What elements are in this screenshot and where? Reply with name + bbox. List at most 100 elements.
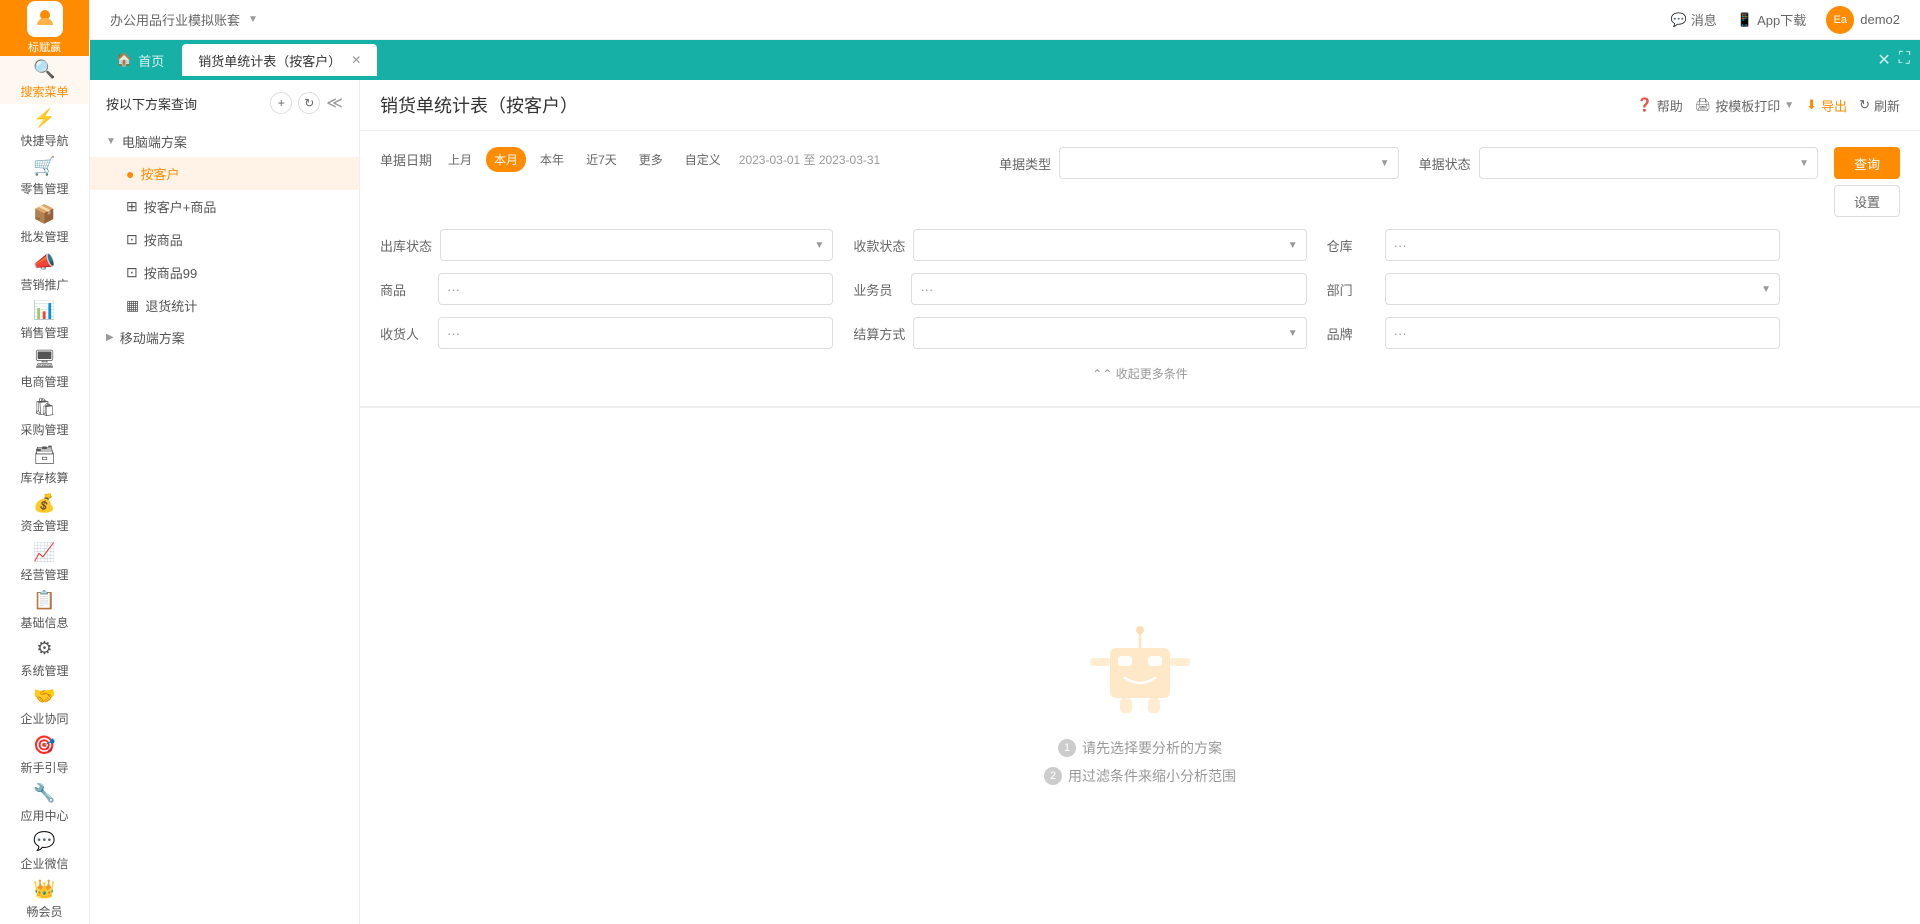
tab-close-icon[interactable]: ✕ <box>351 53 361 67</box>
sidebar-item-wechat[interactable]: 💬 企业微信 <box>0 827 90 875</box>
sidebar-item-retail[interactable]: 🛒 零售管理 <box>0 152 90 200</box>
finance-icon: 💰 <box>33 493 55 514</box>
export-button[interactable]: ⬇ 导出 <box>1806 96 1847 115</box>
sidebar-item-label: 搜索菜单 <box>20 83 68 100</box>
operations-icon: 📈 <box>33 542 55 563</box>
print-dropdown-icon[interactable]: ▼ <box>1784 100 1794 111</box>
tree-expand-icon: ▼ <box>106 136 116 147</box>
app-logo: 标赋赢 <box>0 0 90 56</box>
date-this-year[interactable]: 本年 <box>532 147 572 172</box>
close-window-icon[interactable]: ✕ <box>1877 50 1890 70</box>
empty-hint-2: 2 用过滤条件来缩小分析范围 <box>1044 766 1236 786</box>
brand-dots: ··· <box>1394 326 1407 341</box>
collect-status-label: 收款状态 <box>853 236 905 255</box>
app-download-button[interactable]: 📱 App下载 <box>1737 10 1806 29</box>
sidebar-item-inventory[interactable]: 🗃 库存核算 <box>0 442 90 490</box>
dept-select[interactable]: ▼ <box>1385 273 1780 305</box>
maximize-window-icon[interactable]: ⛶ <box>1899 50 1910 70</box>
date-this-month[interactable]: 本月 <box>486 147 526 172</box>
receiver-dots: ··· <box>447 326 460 341</box>
main-area: 办公用品行业模拟账套 ▼ 💬 消息 📱 App下载 Ea demo2 🏠 首页 <box>90 0 1920 924</box>
tree-desktop-parent[interactable]: ▼ 电脑端方案 <box>90 126 359 157</box>
sidebar-item-newbie[interactable]: 🎯 新手引导 <box>0 731 90 779</box>
sidebar-item-wholesale[interactable]: 📦 批发管理 <box>0 200 90 248</box>
tree-mobile-parent[interactable]: ▶ 移动端方案 <box>90 322 359 353</box>
date-more[interactable]: 更多 <box>631 147 671 172</box>
query-button[interactable]: 查询 <box>1834 147 1900 179</box>
purchase-icon: 🛍 <box>33 397 56 418</box>
add-scheme-button[interactable]: + <box>270 92 292 114</box>
collapse-more-button[interactable]: ⌃⌃ 收起更多条件 <box>380 357 1900 390</box>
brand-select[interactable]: ··· <box>1385 317 1780 349</box>
download-icon: 📱 <box>1737 12 1753 28</box>
dept-chevron-icon: ▼ <box>1761 284 1771 295</box>
content-area: 按以下方案查询 + ↻ ≪ ▼ 电脑端方案 ● 按客户 ⊞ <box>90 80 1920 924</box>
refresh-icon: ↻ <box>1859 97 1870 113</box>
out-status-select[interactable]: ▼ <box>440 229 833 261</box>
sidebar-item-sales[interactable]: 📊 销售管理 <box>0 297 90 345</box>
collapse-panel-button[interactable]: ≪ <box>326 93 343 113</box>
sidebar-item-search[interactable]: 🔍 搜索菜单 <box>0 56 90 104</box>
sidebar-item-system[interactable]: ⚙ 系统管理 <box>0 634 90 682</box>
date-custom[interactable]: 自定义 <box>677 147 729 172</box>
right-main: 销货单统计表（按客户） ❓ 帮助 🖨 按模板打印 ▼ ⬇ 导出 <box>360 80 1920 924</box>
message-button[interactable]: 💬 消息 <box>1671 10 1717 29</box>
user-name: demo2 <box>1860 12 1900 27</box>
sidebar-item-app-center[interactable]: 🔧 应用中心 <box>0 779 90 827</box>
staff-select[interactable]: ··· <box>911 273 1306 305</box>
sidebar-item-enterprise[interactable]: 🤝 企业协同 <box>0 683 90 731</box>
sidebar-item-operations[interactable]: 📈 经营管理 <box>0 538 90 586</box>
empty-hint-1: 1 请先选择要分析的方案 <box>1058 738 1222 758</box>
sidebar-item-label: 资金管理 <box>20 517 68 534</box>
date-last-month[interactable]: 上月 <box>440 147 480 172</box>
sidebar-item-finance[interactable]: 💰 资金管理 <box>0 490 90 538</box>
refresh-button[interactable]: ↻ 刷新 <box>1859 96 1900 115</box>
user-profile[interactable]: Ea demo2 <box>1826 6 1900 34</box>
warehouse-select[interactable]: ··· <box>1385 229 1780 261</box>
sidebar-item-marketing[interactable]: 📣 营销推广 <box>0 249 90 297</box>
settle-select[interactable]: ▼ <box>913 317 1306 349</box>
sidebar-item-label: 企业微信 <box>20 855 68 872</box>
doc-type-select[interactable]: ▼ <box>1059 147 1398 179</box>
product-select[interactable]: ··· <box>438 273 833 305</box>
empty-hint-1-text: 请先选择要分析的方案 <box>1082 738 1222 758</box>
print-button[interactable]: 🖨 按模板打印 ▼ <box>1695 96 1794 115</box>
collect-status-select[interactable]: ▼ <box>913 229 1306 261</box>
page-actions: ❓ 帮助 🖨 按模板打印 ▼ ⬇ 导出 ↻ 刷新 <box>1637 96 1900 115</box>
sidebar-item-ecommerce[interactable]: 🖥 电商管理 <box>0 345 90 393</box>
tree-by-customer-product[interactable]: ⊞ 按客户+商品 <box>90 190 359 223</box>
receiver-select[interactable]: ··· <box>438 317 833 349</box>
receiver-label: 收货人 <box>380 324 430 343</box>
empty-illustration <box>1080 598 1200 718</box>
tree-by-product[interactable]: ⊡ 按商品 <box>90 223 359 256</box>
tree-by-product-99-label: 按商品99 <box>144 263 197 282</box>
refresh-label: 刷新 <box>1874 96 1900 115</box>
out-status-chevron-icon: ▼ <box>814 240 824 251</box>
avatar: Ea <box>1826 6 1854 34</box>
refresh-scheme-button[interactable]: ↻ <box>298 92 320 114</box>
tab-sales-stats[interactable]: 销货单统计表（按客户） ✕ <box>182 44 377 76</box>
date-range-display: 2023-03-01 至 2023-03-31 <box>739 151 880 168</box>
sidebar-item-vip[interactable]: 👑 畅会员 <box>0 876 90 924</box>
doc-status-chevron-icon: ▼ <box>1799 158 1809 169</box>
sidebar-item-purchase[interactable]: 🛍 采购管理 <box>0 393 90 441</box>
tree-by-customer[interactable]: ● 按客户 <box>90 157 359 190</box>
export-icon: ⬇ <box>1806 97 1817 113</box>
chart-icon: ⊞ <box>126 198 138 215</box>
date-last-7[interactable]: 近7天 <box>578 147 625 172</box>
header-left: 办公用品行业模拟账套 ▼ <box>110 10 258 29</box>
tree-return-stats[interactable]: ▦ 退货统计 <box>90 289 359 322</box>
tab-home[interactable]: 🏠 首页 <box>100 44 180 76</box>
sidebar-item-quick-nav[interactable]: ⚡ 快捷导航 <box>0 104 90 152</box>
warehouse-label: 仓库 <box>1327 236 1377 255</box>
brand-label: 品牌 <box>1327 324 1377 343</box>
settings-button[interactable]: 设置 <box>1834 185 1900 217</box>
doc-status-select[interactable]: ▼ <box>1479 147 1818 179</box>
collect-status-chevron-icon: ▼ <box>1288 240 1298 251</box>
help-button[interactable]: ❓ 帮助 <box>1637 96 1683 115</box>
collapse-label: 收起更多条件 <box>1116 367 1188 381</box>
tree-return-stats-label: 退货统计 <box>145 296 197 315</box>
tree-by-product-99[interactable]: ⊡ 按商品99 <box>90 256 359 289</box>
header-dropdown-icon[interactable]: ▼ <box>248 14 258 25</box>
sidebar-item-basic[interactable]: 📋 基础信息 <box>0 586 90 634</box>
